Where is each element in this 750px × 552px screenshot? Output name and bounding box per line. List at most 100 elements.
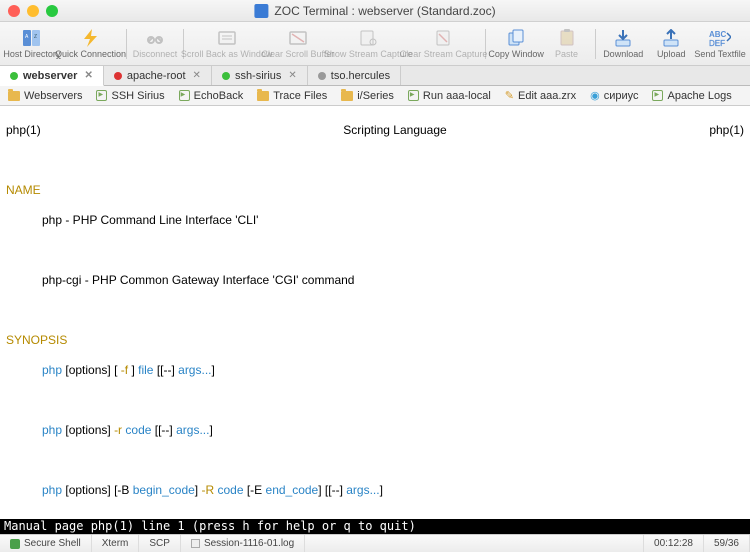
launch-icon — [408, 90, 419, 101]
tab-webserver[interactable]: webserver ✕ — [0, 66, 104, 86]
globe-icon: ◉ — [590, 89, 600, 102]
svg-text:Z: Z — [34, 34, 37, 40]
host-directory-button[interactable]: AZHost Directory — [6, 27, 58, 60]
status-dot-icon — [10, 72, 18, 80]
tab-label: tso.hercules — [331, 70, 390, 82]
toolbar-label: Download — [603, 49, 643, 59]
bookmark-label: Webservers — [24, 90, 82, 102]
folder-icon — [341, 91, 353, 101]
toolbar-label: Copy Window — [488, 49, 544, 59]
capture-clear-icon — [433, 28, 455, 48]
zoom-icon[interactable] — [46, 5, 58, 17]
book-icon: AZ — [21, 28, 43, 48]
bookmark-label: SSH Sirius — [111, 90, 164, 102]
window-title: ZOC Terminal : webserver (Standard.zoc) — [254, 4, 495, 18]
terminal-output[interactable]: php(1)Scripting Languagephp(1) NAME php … — [0, 106, 750, 526]
bookmark-apache-logs[interactable]: Apache Logs — [652, 90, 731, 102]
section-synopsis: SYNOPSIS — [6, 333, 744, 348]
bookmark-label: Edit aaa.zrx — [518, 90, 576, 102]
window-controls — [8, 5, 58, 17]
man-line: php - PHP Command Line Interface 'CLI' — [6, 213, 744, 228]
bookmark-ssh-sirius[interactable]: SSH Sirius — [96, 90, 164, 102]
disconnect-button[interactable]: Disconnect — [132, 27, 178, 60]
status-logfile: Session-1116-01.log — [181, 535, 305, 552]
session-tabs: webserver ✕ apache-root ✕ ssh-sirius ✕ tso.… — [0, 66, 750, 86]
folder-icon — [8, 91, 20, 101]
show-stream-capture-button[interactable]: Show Stream Capture — [331, 27, 405, 60]
bookmark-webservers[interactable]: Webservers — [8, 90, 82, 102]
upload-button[interactable]: Upload — [648, 27, 694, 60]
bookmark-bar: Webservers SSH Sirius EchoBack Trace Fil… — [0, 86, 750, 106]
close-icon[interactable] — [8, 5, 20, 17]
toolbar-label: Disconnect — [133, 49, 178, 59]
launch-icon — [96, 90, 107, 101]
section-name: NAME — [6, 183, 744, 198]
close-tab-icon[interactable]: ✕ — [193, 70, 201, 81]
shield-icon — [10, 539, 20, 549]
bookmark-label: EchoBack — [194, 90, 244, 102]
toolbar-label: Send Textfile — [694, 49, 745, 59]
tab-ssh-sirius[interactable]: ssh-sirius ✕ — [212, 66, 308, 85]
bookmark-trace-files[interactable]: Trace Files — [257, 90, 327, 102]
bookmark-run-aaa-local[interactable]: Run aaa-local — [408, 90, 491, 102]
app-icon — [254, 4, 268, 18]
toolbar-separator — [595, 29, 596, 59]
close-tab-icon[interactable]: ✕ — [288, 70, 296, 81]
tab-label: ssh-sirius — [235, 70, 281, 82]
copy-window-button[interactable]: Copy Window — [491, 27, 542, 60]
svg-text:DEF: DEF — [709, 39, 725, 47]
folder-icon — [257, 91, 269, 101]
window-title-text: ZOC Terminal : webserver (Standard.zoc) — [274, 4, 495, 18]
status-dot-icon — [318, 72, 326, 80]
svg-text:ABC: ABC — [709, 30, 727, 39]
clear-stream-capture-button[interactable]: Clear Stream Capture — [407, 27, 480, 60]
tab-label: apache-root — [127, 70, 186, 82]
scrollback-window-button[interactable]: Scroll Back as Window — [189, 27, 265, 60]
send-textfile-button[interactable]: ABCDEF Send Textfile — [696, 27, 744, 60]
main-toolbar: AZHost Directory Quick Connection Discon… — [0, 22, 750, 66]
bookmark-sirius-cyr[interactable]: ◉ сириус — [590, 89, 638, 102]
clear-scroll-buffer-button[interactable]: Clear Scroll Buffer — [267, 27, 330, 60]
lightning-icon — [80, 28, 102, 48]
disconnect-icon — [144, 28, 166, 48]
status-dot-icon — [114, 72, 122, 80]
toolbar-label: Scroll Back as Window — [181, 49, 273, 59]
toolbar-label: Paste — [555, 49, 578, 59]
launch-icon — [179, 90, 190, 101]
status-terminal-type: Xterm — [92, 535, 140, 552]
tab-tso-hercules[interactable]: tso.hercules — [308, 66, 401, 85]
bookmark-label: сириус — [604, 90, 639, 102]
status-spacer — [305, 535, 644, 552]
clear-icon — [287, 28, 309, 48]
copy-icon — [505, 28, 527, 48]
paste-icon — [556, 28, 578, 48]
status-transfer: SCP — [139, 535, 181, 552]
status-cursor-pos: 59/36 — [704, 535, 750, 552]
bookmark-edit-aaa[interactable]: ✎ Edit aaa.zrx — [505, 89, 576, 102]
man-header: php(1)Scripting Languagephp(1) — [6, 123, 744, 138]
synopsis-line: php [options] [-B begin_code] -R code [-… — [6, 483, 744, 498]
pager-status: Manual page php(1) line 1 (press h for h… — [0, 519, 750, 534]
quick-connection-button[interactable]: Quick Connection — [60, 27, 122, 60]
synopsis-line: php [options] -r code [[--] args...] — [6, 423, 744, 438]
edit-icon: ✎ — [505, 89, 514, 102]
download-icon — [612, 28, 634, 48]
tab-label: webserver — [23, 70, 77, 82]
status-protocol: Secure Shell — [0, 535, 92, 552]
bookmark-echoback[interactable]: EchoBack — [179, 90, 244, 102]
close-tab-icon[interactable]: ✕ — [84, 70, 92, 81]
download-button[interactable]: Download — [600, 27, 646, 60]
paste-button[interactable]: Paste — [544, 27, 590, 60]
status-elapsed: 00:12:28 — [644, 535, 704, 552]
bookmark-iseries[interactable]: i/Series — [341, 90, 394, 102]
toolbar-label: Upload — [657, 49, 686, 59]
toolbar-label: Host Directory — [3, 49, 60, 59]
toolbar-label: Clear Stream Capture — [400, 49, 488, 59]
bookmark-label: Apache Logs — [667, 90, 731, 102]
status-dot-icon — [222, 72, 230, 80]
minimize-icon[interactable] — [27, 5, 39, 17]
tab-apache-root[interactable]: apache-root ✕ — [104, 66, 212, 85]
bookmark-label: Trace Files — [273, 90, 327, 102]
launch-icon — [652, 90, 663, 101]
file-icon — [191, 539, 200, 548]
